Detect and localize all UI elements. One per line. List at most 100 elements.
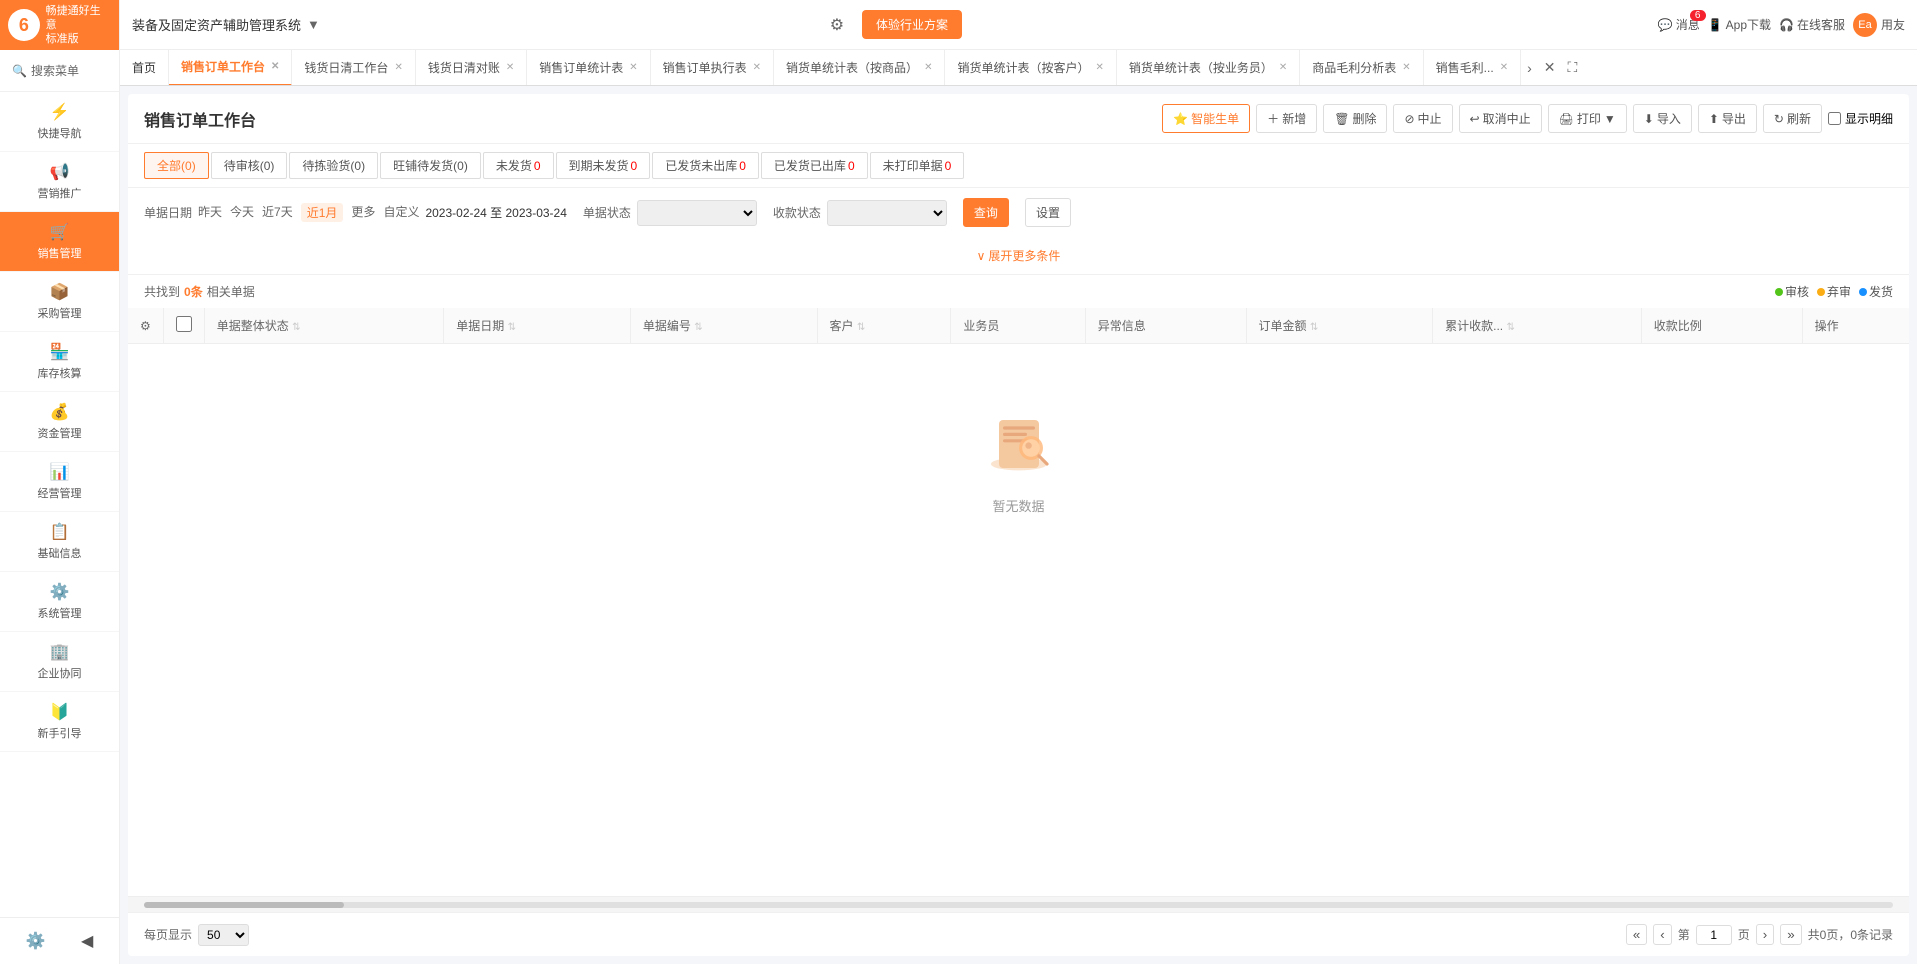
sidebar-item-quick-nav[interactable]: ⚡ 快捷导航 bbox=[0, 92, 119, 152]
sidebar-collapse-button[interactable]: ◀ bbox=[71, 926, 103, 956]
payment-select[interactable] bbox=[827, 200, 947, 226]
page-number-input[interactable] bbox=[1696, 925, 1732, 945]
tab-close-all-button[interactable]: ✕ bbox=[1538, 50, 1562, 86]
online-service-button[interactable]: 🎧 在线客服 bbox=[1779, 16, 1845, 33]
tab-cash-daily[interactable]: 钱货日清工作台 ✕ bbox=[292, 50, 415, 86]
last-page-button[interactable]: » bbox=[1780, 924, 1801, 945]
tab-sales-stats-customer[interactable]: 销货单统计表（按客户） ✕ bbox=[945, 50, 1116, 86]
horizontal-scrollbar[interactable] bbox=[128, 896, 1909, 912]
app-download-button[interactable]: 📱 App下载 bbox=[1708, 16, 1771, 33]
tab-gross-profit[interactable]: 商品毛利分析表 ✕ bbox=[1300, 50, 1423, 86]
sidebar-item-operation[interactable]: 📊 经营管理 bbox=[0, 452, 119, 512]
sidebar-item-base[interactable]: 📋 基础信息 bbox=[0, 512, 119, 572]
filter-tab-overdue-not-shipped[interactable]: 到期未发货0 bbox=[556, 152, 651, 179]
sidebar-item-purchase[interactable]: 📦 采购管理 bbox=[0, 272, 119, 332]
date-more[interactable]: 更多 bbox=[351, 203, 375, 222]
tab-close-gross-profit[interactable]: ✕ bbox=[1402, 62, 1410, 73]
column-settings-icon[interactable]: ⚙ bbox=[140, 319, 151, 333]
cancel-stop-button[interactable]: ↩ 取消中止 bbox=[1459, 104, 1542, 133]
date-today[interactable]: 今天 bbox=[230, 203, 254, 222]
first-page-button[interactable]: « bbox=[1626, 924, 1647, 945]
sidebar-item-inventory[interactable]: 🏪 库存核算 bbox=[0, 332, 119, 392]
tab-close-sales-stats-customer[interactable]: ✕ bbox=[1095, 62, 1103, 73]
filter-tab-shipped-not-out[interactable]: 已发货未出库0 bbox=[652, 152, 759, 179]
filter-tab-not-shipped[interactable]: 未发货0 bbox=[483, 152, 554, 179]
filter-tab-shipped-out[interactable]: 已发货已出库0 bbox=[761, 152, 868, 179]
settings-gear-button[interactable]: ⚙ bbox=[820, 10, 854, 40]
add-button[interactable]: ＋ 新增 bbox=[1256, 104, 1317, 133]
tab-scroll-right-button[interactable]: › bbox=[1521, 50, 1538, 86]
quick-nav-icon: ⚡ bbox=[50, 102, 70, 122]
tab-sales-stats-staff[interactable]: 销货单统计表（按业务员） ✕ bbox=[1117, 50, 1300, 86]
tab-close-sales-exec[interactable]: ✕ bbox=[753, 62, 761, 73]
tab-home[interactable]: 首页 bbox=[120, 50, 169, 86]
sort-status-icon[interactable]: ⇅ bbox=[292, 322, 300, 333]
smart-create-button[interactable]: ⭐ 智能生单 bbox=[1162, 104, 1250, 133]
th-salesperson: 业务员 bbox=[951, 308, 1085, 344]
tab-close-sales-extra[interactable]: ✕ bbox=[1500, 62, 1508, 73]
tab-close-cash-reconcile[interactable]: ✕ bbox=[506, 62, 514, 73]
filter-tab-wangpu-ship[interactable]: 旺铺待发货(0) bbox=[380, 152, 481, 179]
filter-tabs: 全部(0) 待审核(0) 待拣验货(0) 旺铺待发货(0) 未发货0 到期未发货… bbox=[128, 144, 1909, 188]
sort-collected-icon[interactable]: ⇅ bbox=[1507, 322, 1515, 333]
sidebar-item-sales[interactable]: 🛒 销售管理 bbox=[0, 212, 119, 272]
industry-solution-button[interactable]: 体验行业方案 bbox=[862, 10, 962, 39]
tab-sales-extra[interactable]: 销售毛利... ✕ bbox=[1424, 50, 1521, 86]
tab-sales-stats-product[interactable]: 销货单统计表（按商品） ✕ bbox=[774, 50, 945, 86]
tab-fullscreen-button[interactable]: ⛶ bbox=[1561, 50, 1583, 86]
filter-tab-pending-inspect[interactable]: 待拣验货(0) bbox=[289, 152, 378, 179]
tab-close-sales-workbench[interactable]: ✕ bbox=[271, 61, 279, 72]
select-all-checkbox[interactable] bbox=[176, 316, 192, 332]
search-menu-button[interactable]: 🔍 搜索菜单 bbox=[8, 58, 111, 83]
tab-close-sales-stats-product[interactable]: ✕ bbox=[924, 62, 932, 73]
date-1month[interactable]: 近1月 bbox=[301, 203, 344, 222]
filter-tab-not-printed[interactable]: 未打印单据0 bbox=[870, 152, 965, 179]
next-page-button[interactable]: › bbox=[1756, 924, 1774, 945]
delete-button[interactable]: 🗑 删除 bbox=[1323, 104, 1387, 133]
prev-page-button[interactable]: ‹ bbox=[1653, 924, 1671, 945]
sort-amount-icon[interactable]: ⇅ bbox=[1310, 322, 1318, 333]
sort-number-icon[interactable]: ⇅ bbox=[694, 322, 702, 333]
user-menu[interactable]: Ea 用友 bbox=[1853, 13, 1905, 37]
message-button[interactable]: 💬 消息 6 bbox=[1658, 16, 1700, 33]
batch-withdraw-button[interactable]: 弃审 bbox=[1817, 283, 1851, 300]
stop-button[interactable]: ⊘ 中止 bbox=[1393, 104, 1452, 133]
date-7days[interactable]: 近7天 bbox=[262, 203, 293, 222]
sort-customer-icon[interactable]: ⇅ bbox=[857, 322, 865, 333]
sidebar-item-guide[interactable]: 🔰 新手引导 bbox=[0, 692, 119, 752]
query-button[interactable]: 查询 bbox=[963, 198, 1009, 227]
sort-date-icon[interactable]: ⇅ bbox=[508, 322, 516, 333]
tab-close-sales-stats[interactable]: ✕ bbox=[629, 62, 637, 73]
page-size-select[interactable]: 50 10 20 100 bbox=[198, 924, 249, 946]
refresh-button[interactable]: ↻ 刷新 bbox=[1763, 104, 1822, 133]
inventory-icon: 🏪 bbox=[50, 342, 70, 362]
tab-sales-workbench[interactable]: 销售订单工作台 ✕ bbox=[169, 50, 292, 86]
tab-cash-reconcile[interactable]: 钱货日清对账 ✕ bbox=[416, 50, 527, 86]
sidebar-item-corp[interactable]: 🏢 企业协同 bbox=[0, 632, 119, 692]
tab-close-cash-daily[interactable]: ✕ bbox=[394, 62, 402, 73]
sidebar-settings-button[interactable]: ⚙️ bbox=[16, 926, 56, 956]
show-detail-checkbox[interactable] bbox=[1828, 112, 1841, 125]
content-area: 销售订单工作台 ⭐ 智能生单 ＋ 新增 🗑 删除 ⊘ bbox=[120, 86, 1917, 964]
system-title-dropdown[interactable]: ▼ bbox=[307, 17, 320, 32]
sidebar-item-finance[interactable]: 💰 资金管理 bbox=[0, 392, 119, 452]
print-button[interactable]: 🖨 打印 ▼ bbox=[1548, 104, 1627, 133]
batch-ship-button[interactable]: 发货 bbox=[1859, 283, 1893, 300]
status-select[interactable] bbox=[637, 200, 757, 226]
export-button[interactable]: ⬆ 导出 bbox=[1698, 104, 1757, 133]
sidebar-item-marketing[interactable]: 📢 营销推广 bbox=[0, 152, 119, 212]
import-button[interactable]: ⬇ 导入 bbox=[1633, 104, 1692, 133]
tab-close-sales-stats-staff[interactable]: ✕ bbox=[1279, 62, 1287, 73]
scrollbar-thumb[interactable] bbox=[144, 902, 344, 908]
tab-sales-stats[interactable]: 销售订单统计表 ✕ bbox=[527, 50, 650, 86]
filter-tab-all[interactable]: 全部(0) bbox=[144, 152, 209, 179]
sidebar-item-system[interactable]: ⚙️ 系统管理 bbox=[0, 572, 119, 632]
date-yesterday[interactable]: 昨天 bbox=[198, 203, 222, 222]
filter-settings-button[interactable]: 设置 bbox=[1025, 198, 1071, 227]
tab-sales-exec[interactable]: 销售订单执行表 ✕ bbox=[651, 50, 774, 86]
date-custom[interactable]: 自定义 bbox=[383, 203, 419, 222]
expand-conditions-button[interactable]: ∨ 展开更多条件 bbox=[977, 247, 1061, 264]
filter-tab-pending-review[interactable]: 待审核(0) bbox=[211, 152, 288, 179]
show-detail-label[interactable]: 显示明细 bbox=[1828, 110, 1893, 127]
batch-review-button[interactable]: 审核 bbox=[1775, 283, 1809, 300]
